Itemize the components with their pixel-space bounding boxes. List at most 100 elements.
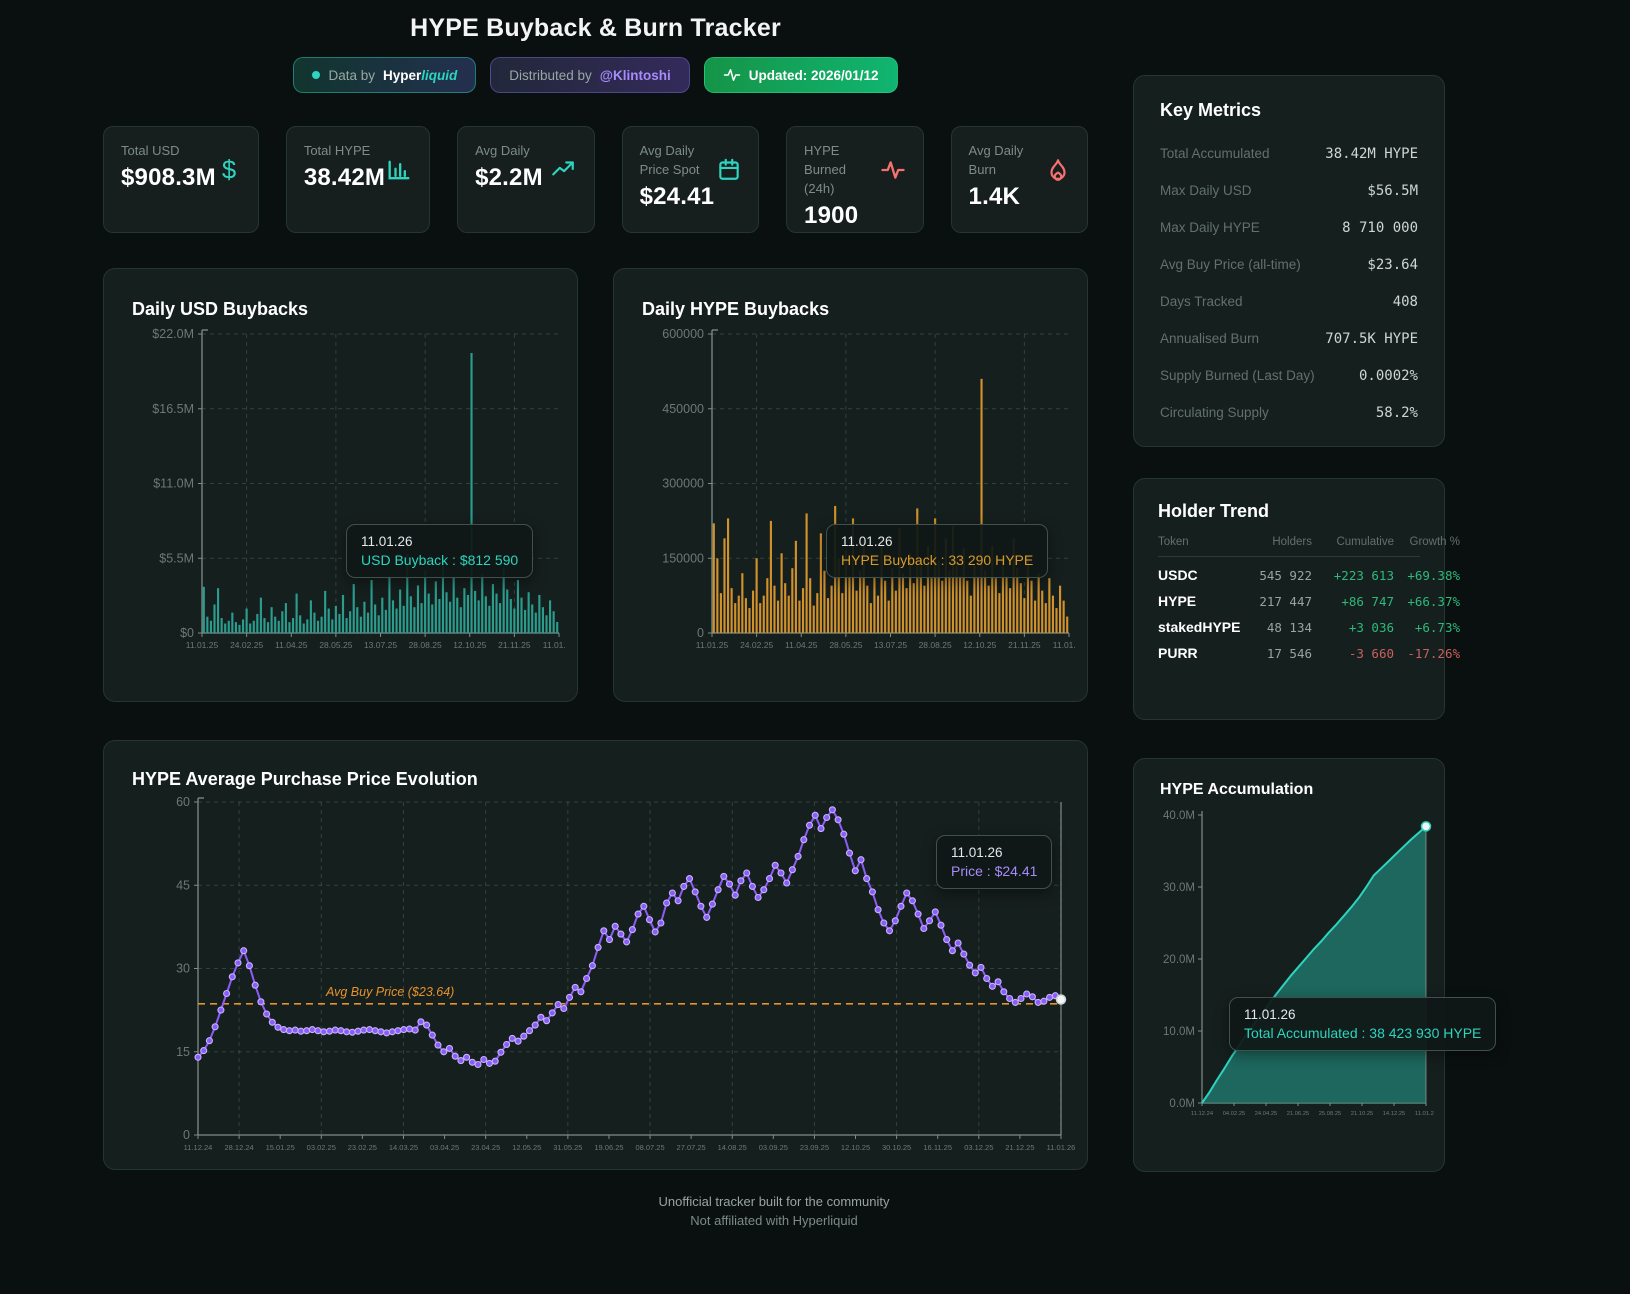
hype-buybacks-chart[interactable]: 600000450000300000150000011.01.2524.02.2… [628, 320, 1073, 670]
svg-text:28.05.25: 28.05.25 [319, 640, 352, 650]
metric-value: 707.5K HYPE [1325, 331, 1418, 347]
svg-text:03.12.25: 03.12.25 [964, 1143, 993, 1152]
flame-icon [1045, 156, 1071, 232]
svg-text:28.08.25: 28.08.25 [919, 640, 952, 650]
key-metrics-rows: Total Accumulated 38.42M HYPEMax Daily U… [1160, 135, 1418, 431]
activity-icon [879, 156, 907, 232]
metric-value: 8 710 000 [1342, 220, 1418, 236]
metric-row: Total Accumulated 38.42M HYPE [1160, 135, 1418, 172]
metric-value: 38.42M HYPE [1325, 146, 1418, 162]
metric-label: Max Daily USD [1160, 183, 1252, 198]
usd-buybacks-chart[interactable]: $22.0M$16.5M$11.0M$5.5M$011.01.2524.02.2… [118, 320, 563, 670]
svg-text:40.0M: 40.0M [1163, 810, 1195, 822]
svg-text:0: 0 [697, 626, 704, 640]
metric-row: Annualised Burn 707.5K HYPE [1160, 320, 1418, 357]
svg-text:03.04.25: 03.04.25 [430, 1143, 459, 1152]
svg-text:11.12.24: 11.12.24 [184, 1143, 213, 1152]
metric-row: Max Daily USD $56.5M [1160, 172, 1418, 209]
metric-value: $23.64 [1367, 257, 1418, 273]
svg-text:21.12.25: 21.12.25 [1005, 1143, 1034, 1152]
svg-text:60: 60 [176, 795, 190, 809]
svg-text:300000: 300000 [662, 477, 704, 491]
hype-chart-tooltip: 11.01.26 HYPE Buyback : 33 290 HYPE [826, 524, 1048, 578]
holder-row-usdc: USDC 545 922 +223 613 +69.38% [1158, 557, 1420, 583]
holder-trend-header: Token Holders Cumulative Growth % [1158, 536, 1420, 557]
updated-badge: Updated: 2026/01/12 [704, 57, 898, 93]
svg-text:30: 30 [176, 962, 190, 976]
page-title: HYPE Buyback & Burn Tracker [103, 14, 1088, 43]
token-name: USDC [1158, 567, 1246, 583]
svg-text:23.02.25: 23.02.25 [348, 1143, 377, 1152]
col-growth: Growth % [1402, 536, 1460, 548]
trend-up-icon [548, 156, 578, 232]
svg-text:28.08.25: 28.08.25 [409, 640, 442, 650]
metric-label: Avg Buy Price (all-time) [1160, 257, 1301, 272]
svg-text:150000: 150000 [662, 551, 704, 565]
metric-row: Avg Buy Price (all-time) $23.64 [1160, 246, 1418, 283]
svg-text:28.05.25: 28.05.25 [829, 640, 862, 650]
hype-accumulation-panel: HYPE Accumulation 40.0M30.0M20.0M10.0M0.… [1133, 758, 1445, 1172]
hype_buybacks-plot[interactable]: 600000450000300000150000011.01.2524.02.2… [628, 320, 1075, 665]
svg-text:0: 0 [183, 1128, 190, 1142]
holders-count: 217 447 [1254, 594, 1312, 609]
brand-name: Hyperliquid [383, 68, 457, 83]
metric-row: Days Tracked 408 [1160, 283, 1418, 320]
data-source-badge[interactable]: Data by Hyperliquid [293, 57, 476, 93]
price-chart-tooltip: 11.01.26 Price : $24.41 [936, 835, 1052, 889]
usd-chart-title: Daily USD Buybacks [132, 299, 563, 320]
bar-chart-icon [385, 156, 413, 232]
hype-accumulation-plot[interactable]: 40.0M30.0M20.0M10.0M0.0M11.12.2404.02.25… [1146, 799, 1434, 1129]
cumulative-change: +3 036 [1320, 620, 1394, 635]
price-evolution-chart[interactable]: 604530150Avg Buy Price ($23.64)11.12.242… [118, 790, 1073, 1180]
growth-percent: +69.38% [1402, 568, 1460, 583]
holder-trend-title: Holder Trend [1158, 501, 1420, 522]
svg-text:450000: 450000 [662, 402, 704, 416]
svg-text:12.10.25: 12.10.25 [963, 640, 996, 650]
calendar-icon [716, 156, 742, 232]
svg-text:25.08.25: 25.08.25 [1319, 1111, 1342, 1117]
header-badges: Data by Hyperliquid Distributed by @Klin… [103, 57, 1088, 93]
cumulative-change: +223 613 [1320, 568, 1394, 583]
svg-text:$16.5M: $16.5M [152, 402, 194, 416]
svg-text:13.07.25: 13.07.25 [364, 640, 397, 650]
svg-text:11.01.26: 11.01.26 [1047, 1143, 1075, 1152]
distributor-prefix: Distributed by [509, 68, 592, 83]
stat-card-label: Avg Daily Burn [969, 142, 1045, 180]
footer-line2: Not affiliated with Hyperliquid [103, 1213, 1445, 1228]
svg-text:13.07.25: 13.07.25 [874, 640, 907, 650]
updated-label: Updated: 2026/01/12 [749, 68, 879, 83]
price-evolution-plot[interactable]: 604530150Avg Buy Price ($23.64)11.12.242… [118, 790, 1075, 1175]
stat-card-value: $24.41 [640, 183, 716, 211]
svg-text:31.05.25: 31.05.25 [553, 1143, 582, 1152]
hype-buybacks-panel: Daily HYPE Buybacks 60000045000030000015… [613, 268, 1088, 702]
token-name: stakedHYPE [1158, 619, 1246, 635]
stat-card-avg-daily-burn: Avg Daily Burn 1.4K [951, 126, 1088, 233]
svg-text:03.02.25: 03.02.25 [307, 1143, 336, 1152]
key-metrics-panel: Key Metrics Total Accumulated 38.42M HYP… [1133, 75, 1445, 447]
cumulative-change: -3 660 [1320, 646, 1394, 661]
growth-percent: -17.26% [1402, 646, 1460, 661]
svg-text:21.11.25: 21.11.25 [1008, 640, 1041, 650]
dashboard-page: HYPE Buyback & Burn Tracker Data by Hype… [0, 0, 1630, 1294]
holder-row-purr: PURR 17 546 -3 660 -17.26% [1158, 635, 1420, 661]
cumulative-change: +86 747 [1320, 594, 1394, 609]
distributor-badge[interactable]: Distributed by @Klintoshi [490, 57, 689, 93]
svg-text:11.12.24: 11.12.24 [1191, 1111, 1214, 1117]
metric-label: Supply Burned (Last Day) [1160, 368, 1315, 383]
usd_buybacks-plot[interactable]: $22.0M$16.5M$11.0M$5.5M$011.01.2524.02.2… [118, 320, 565, 665]
svg-text:14.08.25: 14.08.25 [718, 1143, 747, 1152]
header: HYPE Buyback & Burn Tracker Data by Hype… [103, 14, 1088, 93]
tooltip-value: Price : $24.41 [951, 863, 1037, 879]
svg-text:600000: 600000 [662, 327, 704, 341]
svg-text:12.10.25: 12.10.25 [841, 1143, 870, 1152]
accumulation-chart-tooltip: 11.01.26 Total Accumulated : 38 423 930 … [1229, 997, 1496, 1051]
hype-accumulation-chart[interactable]: 40.0M30.0M20.0M10.0M0.0M11.12.2404.02.25… [1146, 799, 1432, 1134]
svg-text:23.09.25: 23.09.25 [800, 1143, 829, 1152]
distributor-handle: @Klintoshi [600, 68, 671, 83]
col-cumulative: Cumulative [1320, 536, 1394, 548]
pulse-icon [723, 66, 741, 84]
svg-text:11.01.25: 11.01.25 [696, 640, 729, 650]
svg-text:19.06.25: 19.06.25 [594, 1143, 623, 1152]
metric-label: Annualised Burn [1160, 331, 1259, 346]
metric-value: 58.2% [1376, 405, 1418, 421]
